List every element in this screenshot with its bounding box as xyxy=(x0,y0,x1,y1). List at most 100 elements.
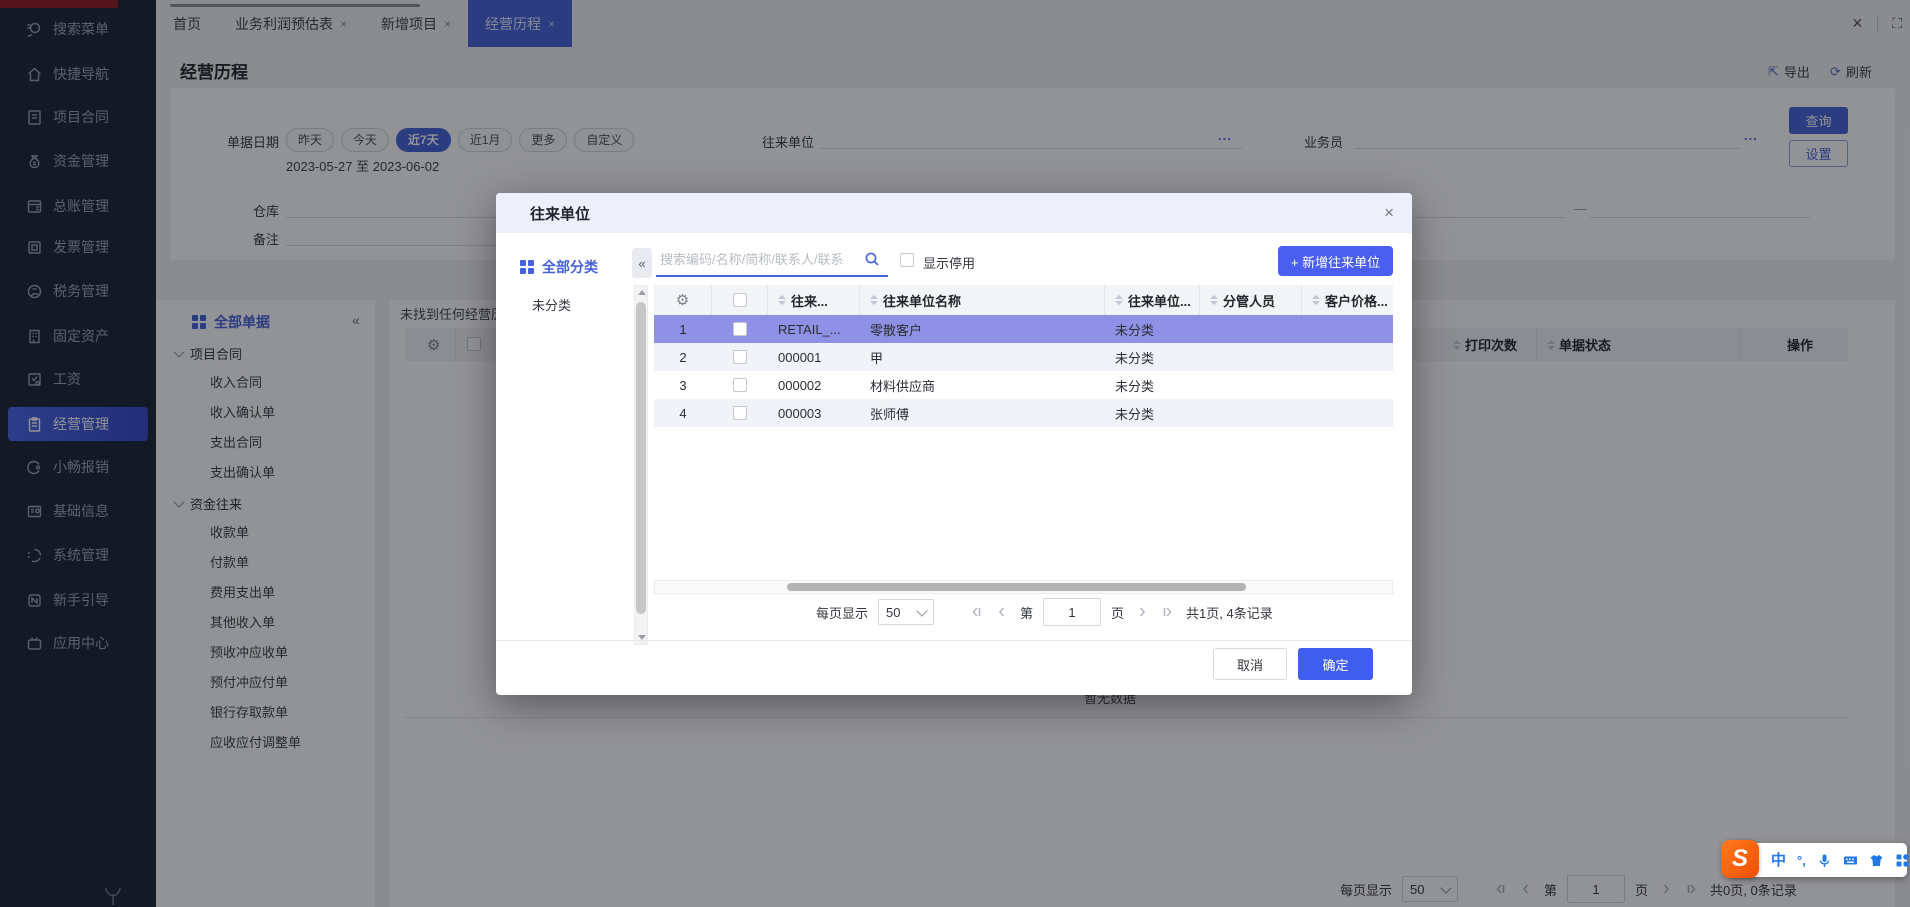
collapse-panel-icon[interactable]: « xyxy=(632,248,652,278)
row-index: 2 xyxy=(679,349,687,365)
sort-icon[interactable] xyxy=(1115,295,1123,305)
table-row[interactable]: 1 RETAIL_... 零散客户 未分类 xyxy=(654,315,1393,343)
sort-icon[interactable] xyxy=(778,295,786,305)
column-price[interactable]: 客户价格... xyxy=(1302,285,1393,315)
column-name[interactable]: 往来单位名称 xyxy=(860,285,1105,315)
cell-category: 未分类 xyxy=(1115,378,1155,394)
cell-manager xyxy=(1200,343,1302,371)
cell-name: 张师傅 xyxy=(870,406,910,422)
add-partner-button[interactable]: + 新增往来单位 xyxy=(1278,246,1393,276)
cell-price xyxy=(1302,315,1393,343)
category-panel-header[interactable]: 全部分类 xyxy=(520,257,598,277)
cell-code: RETAIL_... xyxy=(778,321,841,337)
row-index: 4 xyxy=(679,405,687,421)
next-page-button[interactable] xyxy=(1134,604,1150,620)
row-checkbox-cell[interactable] xyxy=(712,399,768,427)
cell-category: 未分类 xyxy=(1115,322,1155,338)
column-label: 往来单位名称 xyxy=(883,293,962,309)
first-page-button[interactable] xyxy=(968,604,984,620)
cell-category: 未分类 xyxy=(1115,350,1155,366)
sogou-logo-icon[interactable]: S xyxy=(1721,840,1759,878)
show-disabled-checkbox[interactable] xyxy=(900,253,914,267)
partner-table-header: ⚙ 往来... 往来单位名称 往来单位... 分管人员 客户价格... xyxy=(654,285,1393,315)
row-checkbox-cell[interactable] xyxy=(712,371,768,399)
page-suffix: 页 xyxy=(1111,605,1125,621)
row-checkbox-cell[interactable] xyxy=(712,343,768,371)
toolbox-grid-icon[interactable] xyxy=(1895,853,1910,868)
select-all-checkbox[interactable] xyxy=(732,293,747,307)
table-row[interactable]: 3 000002 材料供应商 未分类 xyxy=(654,371,1393,399)
sort-icon[interactable] xyxy=(870,295,878,305)
modal-pagination: 每页显示 50 第 页 共1页, 4条记录 xyxy=(816,598,1273,626)
row-index: 3 xyxy=(679,377,687,393)
column-label: 分管人员 xyxy=(1223,293,1276,309)
scroll-up-icon[interactable] xyxy=(638,290,646,295)
per-page-select[interactable]: 50 xyxy=(878,599,935,625)
column-manager[interactable]: 分管人员 xyxy=(1200,285,1302,315)
search-icon[interactable] xyxy=(864,251,880,267)
column-select[interactable] xyxy=(712,285,768,315)
microphone-icon[interactable] xyxy=(1817,853,1832,868)
category-header-label: 全部分类 xyxy=(542,259,598,275)
modal-close-icon[interactable]: × xyxy=(1384,203,1394,223)
app-root: 搜索菜单 快捷导航 项目合同 资金管理 总账管理 发票管理 税务管理 固定资产 xyxy=(0,0,1910,907)
skin-shirt-icon[interactable] xyxy=(1869,853,1884,868)
column-label: 往来单位... xyxy=(1128,293,1191,309)
partner-picker-modal: 往来单位 × 全部分类 未分类 « 显示停用 + 新增往来单位 ⚙ 往来... … xyxy=(496,193,1412,695)
page-prefix: 第 xyxy=(1020,605,1034,621)
per-page-label: 每页显示 xyxy=(816,605,869,621)
row-checkbox-cell[interactable] xyxy=(712,315,768,343)
ime-mode-toggle[interactable]: 中 xyxy=(1771,853,1786,868)
modal-header: 往来单位 xyxy=(496,193,1412,233)
row-index: 1 xyxy=(679,321,687,337)
cell-manager xyxy=(1200,315,1302,343)
horizontal-scrollbar[interactable] xyxy=(654,580,1393,594)
cell-price xyxy=(1302,343,1393,371)
table-row[interactable]: 4 000003 张师傅 未分类 xyxy=(654,399,1393,427)
last-page-button[interactable] xyxy=(1160,604,1176,620)
category-item-uncategorized[interactable]: 未分类 xyxy=(532,295,571,314)
ime-punctuation-toggle[interactable]: °, xyxy=(1797,854,1806,867)
row-checkbox[interactable] xyxy=(733,322,747,336)
cell-name: 甲 xyxy=(870,350,884,366)
confirm-button[interactable]: 确定 xyxy=(1298,648,1373,680)
grid-icon xyxy=(520,260,534,274)
ime-toolbar: S 中 °, xyxy=(1721,840,1910,878)
per-page-value: 50 xyxy=(886,604,901,620)
partner-table: ⚙ 往来... 往来单位名称 往来单位... 分管人员 客户价格... 1 RE… xyxy=(654,285,1393,427)
scrollbar-thumb[interactable] xyxy=(787,583,1246,591)
cell-code: 000001 xyxy=(778,349,822,365)
pagination-summary: 共1页, 4条记录 xyxy=(1186,605,1273,621)
scrollbar-thumb[interactable] xyxy=(636,302,646,614)
modal-title: 往来单位 xyxy=(530,205,591,223)
chevron-down-icon xyxy=(916,604,928,617)
column-label: 客户价格... xyxy=(1325,293,1388,309)
table-row[interactable]: 2 000001 甲 未分类 xyxy=(654,343,1393,371)
cell-name: 零散客户 xyxy=(870,322,923,338)
column-label: 往来... xyxy=(791,293,828,309)
show-disabled-label: 显示停用 xyxy=(923,256,976,271)
sort-icon[interactable] xyxy=(1312,295,1320,305)
row-checkbox[interactable] xyxy=(733,350,747,364)
vertical-scrollbar[interactable] xyxy=(634,285,648,645)
page-number-input[interactable] xyxy=(1043,598,1102,626)
prev-page-button[interactable] xyxy=(994,604,1010,620)
cell-manager xyxy=(1200,399,1302,427)
cell-manager xyxy=(1200,371,1302,399)
divider xyxy=(496,640,1412,641)
cancel-button[interactable]: 取消 xyxy=(1213,648,1287,680)
column-code[interactable]: 往来... xyxy=(768,285,860,315)
cell-category: 未分类 xyxy=(1115,406,1155,422)
keyboard-icon[interactable] xyxy=(1843,853,1858,868)
cell-price xyxy=(1302,399,1393,427)
cell-price xyxy=(1302,371,1393,399)
row-checkbox[interactable] xyxy=(733,378,747,392)
gear-icon[interactable]: ⚙ xyxy=(676,291,689,309)
column-category[interactable]: 往来单位... xyxy=(1105,285,1200,315)
search-input[interactable] xyxy=(656,243,888,277)
column-settings[interactable]: ⚙ xyxy=(654,285,712,315)
cell-code: 000003 xyxy=(778,405,822,421)
cell-code: 000002 xyxy=(778,377,822,393)
sort-icon[interactable] xyxy=(1210,295,1218,305)
row-checkbox[interactable] xyxy=(733,406,747,420)
